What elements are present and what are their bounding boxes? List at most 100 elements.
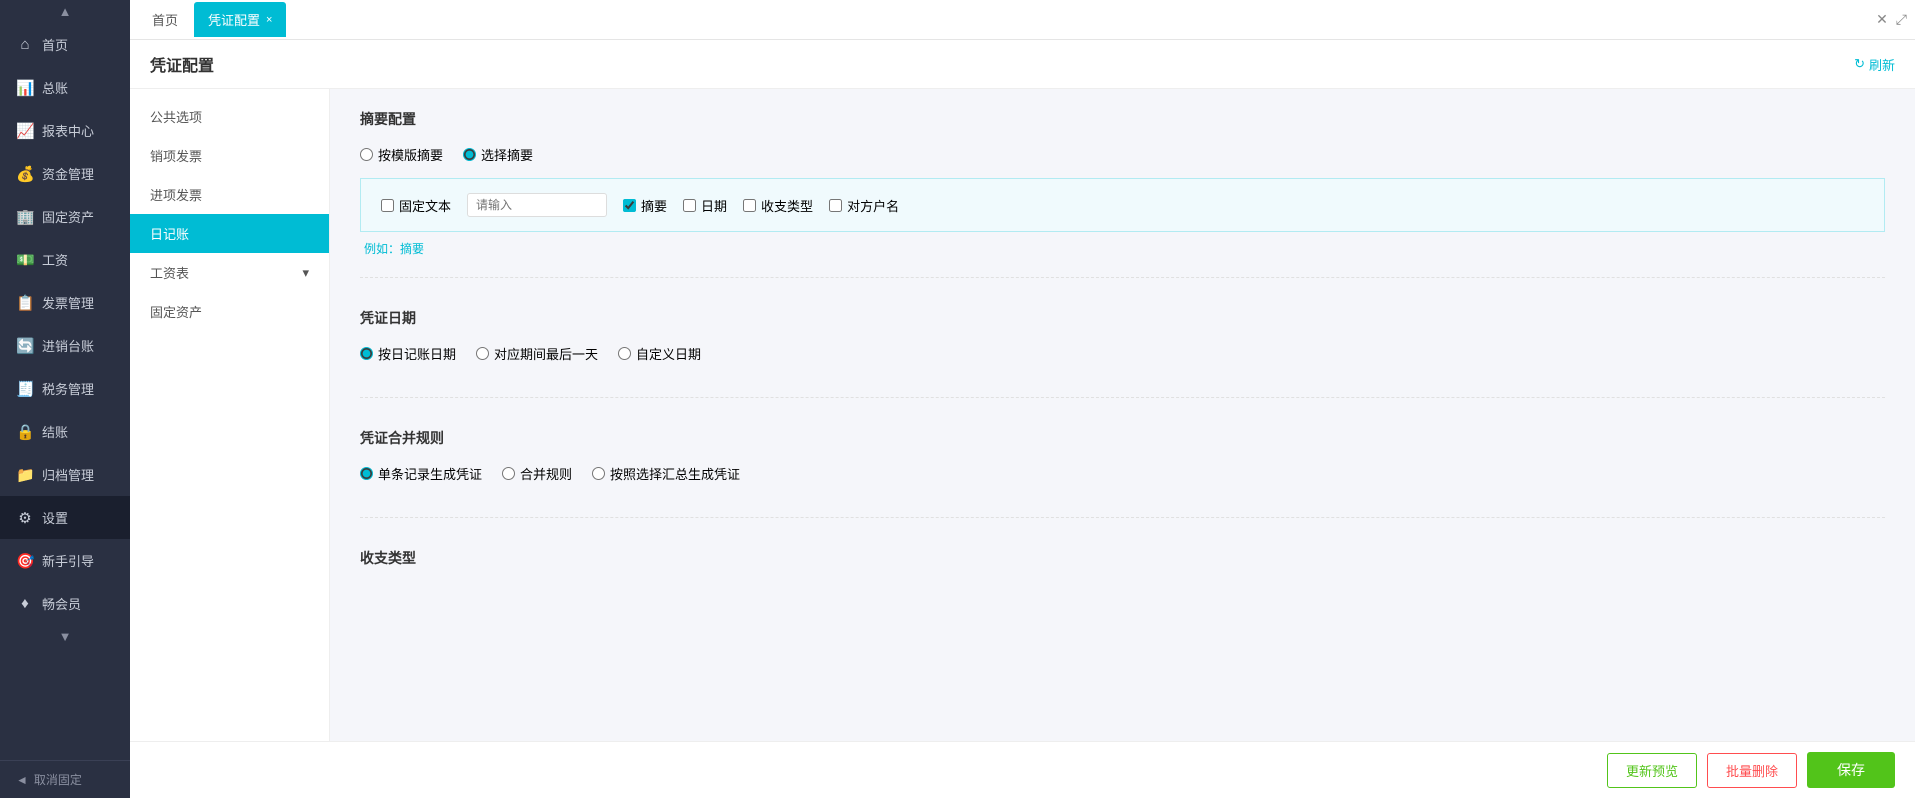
- sidebar-item-label: 报表中心: [42, 121, 94, 140]
- sidebar-item-settings[interactable]: ⚙ 设置: [0, 496, 130, 539]
- ledger-icon: 📊: [16, 79, 34, 97]
- counterpart-checkbox-input[interactable]: [829, 199, 842, 212]
- example-text: 例如：摘要: [360, 240, 1885, 257]
- merge-radio-rule[interactable]: 合并规则: [502, 464, 572, 483]
- fixed-text-checkbox[interactable]: 固定文本: [381, 196, 451, 215]
- tab-close-button[interactable]: ×: [266, 14, 272, 26]
- funds-icon: 💰: [16, 165, 34, 183]
- sidebar-item-invoice[interactable]: 📋 发票管理: [0, 281, 130, 324]
- update-preview-button[interactable]: 更新预览: [1607, 753, 1697, 788]
- merge-radio-single-input[interactable]: [360, 467, 373, 480]
- closing-icon: 🔒: [16, 423, 34, 441]
- batch-delete-button[interactable]: 批量删除: [1707, 753, 1797, 788]
- sidebar-item-label: 进销台账: [42, 336, 94, 355]
- sidebar-item-reports[interactable]: 📈 报表中心: [0, 109, 130, 152]
- sidebar-item-payroll[interactable]: 💵 工资: [0, 238, 130, 281]
- bottom-bar: 更新预览 批量删除 保存: [130, 741, 1915, 798]
- date-radio-journal-input[interactable]: [360, 347, 373, 360]
- left-nav-salary-table[interactable]: 工资表 ▾: [130, 253, 329, 292]
- left-nav-journal[interactable]: 日记账: [130, 214, 329, 253]
- sidebar-item-home[interactable]: ⌂ 首页: [0, 23, 130, 66]
- left-nav-fixed-assets[interactable]: 固定资产: [130, 292, 329, 331]
- page-title: 凭证配置: [150, 52, 214, 76]
- window-expand-button[interactable]: ⤢: [1896, 11, 1907, 28]
- counterpart-checkbox[interactable]: 对方户名: [829, 196, 899, 215]
- income-expense-checkbox[interactable]: 收支类型: [743, 196, 813, 215]
- archive-icon: 📁: [16, 466, 34, 484]
- sidebar-item-assets[interactable]: 🏢 固定资产: [0, 195, 130, 238]
- sidebar-item-label: 畅会员: [42, 594, 81, 613]
- merge-radio-rule-input[interactable]: [502, 467, 515, 480]
- save-button[interactable]: 保存: [1807, 752, 1895, 788]
- date-checkbox-input[interactable]: [683, 199, 696, 212]
- left-nav-public[interactable]: 公共选项: [130, 97, 329, 136]
- sidebar-item-label: 归档管理: [42, 465, 94, 484]
- chevron-down-icon: ▾: [302, 265, 309, 281]
- income-expense-checkbox-input[interactable]: [743, 199, 756, 212]
- merge-section-title: 凭证合并规则: [360, 428, 1885, 448]
- date-radio-custom-input[interactable]: [618, 347, 631, 360]
- sidebar-item-label: 新手引导: [42, 551, 94, 570]
- sidebar-bottom-label: 取消固定: [34, 771, 82, 788]
- sidebar-item-label: 总账: [42, 78, 68, 97]
- date-radio-custom[interactable]: 自定义日期: [618, 344, 701, 363]
- merge-radio-summary[interactable]: 按照选择汇总生成凭证: [592, 464, 740, 483]
- merge-radio-summary-input[interactable]: [592, 467, 605, 480]
- sidebar-item-label: 工资: [42, 250, 68, 269]
- date-radio-group: 按日记账日期 对应期间最后一天 自定义日期: [360, 344, 1885, 363]
- sidebar-item-guide[interactable]: 🎯 新手引导: [0, 539, 130, 582]
- sidebar-item-purchase[interactable]: 🔄 进销台账: [0, 324, 130, 367]
- sidebar-item-tax[interactable]: 🧾 税务管理: [0, 367, 130, 410]
- home-icon: ⌂: [16, 36, 34, 53]
- summary-radio-template[interactable]: 按模版摘要: [360, 145, 443, 164]
- tab-voucher-config[interactable]: 凭证配置 ×: [194, 2, 286, 37]
- sidebar-item-ledger[interactable]: 📊 总账: [0, 66, 130, 109]
- refresh-icon: ↻: [1854, 56, 1865, 72]
- summary-radio-group: 按模版摘要 选择摘要: [360, 145, 1885, 164]
- refresh-button[interactable]: ↻ 刷新: [1854, 55, 1895, 74]
- sidebar-unpin[interactable]: ◄ 取消固定: [0, 760, 130, 798]
- merge-radio-group: 单条记录生成凭证 合并规则 按照选择汇总生成凭证: [360, 464, 1885, 483]
- sidebar-scroll-up[interactable]: ▲: [0, 0, 130, 23]
- window-close-button[interactable]: ✕: [1876, 11, 1888, 28]
- vip-icon: ♦: [16, 595, 34, 612]
- sidebar-item-archive[interactable]: 📁 归档管理: [0, 453, 130, 496]
- income-expense-section: 收支类型: [360, 548, 1885, 604]
- sidebar-item-label: 设置: [42, 508, 68, 527]
- merge-section: 凭证合并规则 单条记录生成凭证 合并规则 按照选择汇总生成凭证: [360, 428, 1885, 518]
- sidebar-scroll-down[interactable]: ▼: [0, 625, 130, 648]
- date-radio-last-day-input[interactable]: [476, 347, 489, 360]
- page-header: 凭证配置 ↻ 刷新: [130, 40, 1915, 89]
- pin-icon: ◄: [16, 773, 28, 787]
- sidebar-item-label: 税务管理: [42, 379, 94, 398]
- summary-checkbox-input[interactable]: [623, 199, 636, 212]
- tab-home[interactable]: 首页: [138, 2, 192, 37]
- sidebar-item-label: 首页: [42, 35, 68, 54]
- date-section-title: 凭证日期: [360, 308, 1885, 328]
- sidebar-item-label: 资金管理: [42, 164, 94, 183]
- left-nav-sales-invoice[interactable]: 销项发票: [130, 136, 329, 175]
- invoice-icon: 📋: [16, 294, 34, 312]
- sidebar-item-label: 固定资产: [42, 207, 94, 226]
- date-radio-last-day[interactable]: 对应期间最后一天: [476, 344, 598, 363]
- summary-radio-select-input[interactable]: [463, 148, 476, 161]
- sidebar-item-closing[interactable]: 🔒 结账: [0, 410, 130, 453]
- left-nav-purchase-invoice[interactable]: 进项发票: [130, 175, 329, 214]
- settings-icon: ⚙: [16, 509, 34, 527]
- date-section: 凭证日期 按日记账日期 对应期间最后一天 自定义日期: [360, 308, 1885, 398]
- summary-radio-template-input[interactable]: [360, 148, 373, 161]
- fixed-text-checkbox-input[interactable]: [381, 199, 394, 212]
- content-area: 公共选项 销项发票 进项发票 日记账 工资表 ▾ 固定资产 摘要配置: [130, 89, 1915, 741]
- summary-radio-select[interactable]: 选择摘要: [463, 145, 533, 164]
- fixed-text-input[interactable]: [467, 193, 607, 217]
- sidebar-item-funds[interactable]: 💰 资金管理: [0, 152, 130, 195]
- summary-section: 摘要配置 按模版摘要 选择摘要 固定文本: [360, 109, 1885, 278]
- date-checkbox[interactable]: 日期: [683, 196, 727, 215]
- merge-radio-single[interactable]: 单条记录生成凭证: [360, 464, 482, 483]
- summary-checkbox[interactable]: 摘要: [623, 196, 667, 215]
- sidebar-item-label: 结账: [42, 422, 68, 441]
- tab-actions: ✕ ⤢: [1876, 11, 1907, 28]
- left-nav: 公共选项 销项发票 进项发票 日记账 工资表 ▾ 固定资产: [130, 89, 330, 741]
- date-radio-journal[interactable]: 按日记账日期: [360, 344, 456, 363]
- sidebar-item-vip[interactable]: ♦ 畅会员: [0, 582, 130, 625]
